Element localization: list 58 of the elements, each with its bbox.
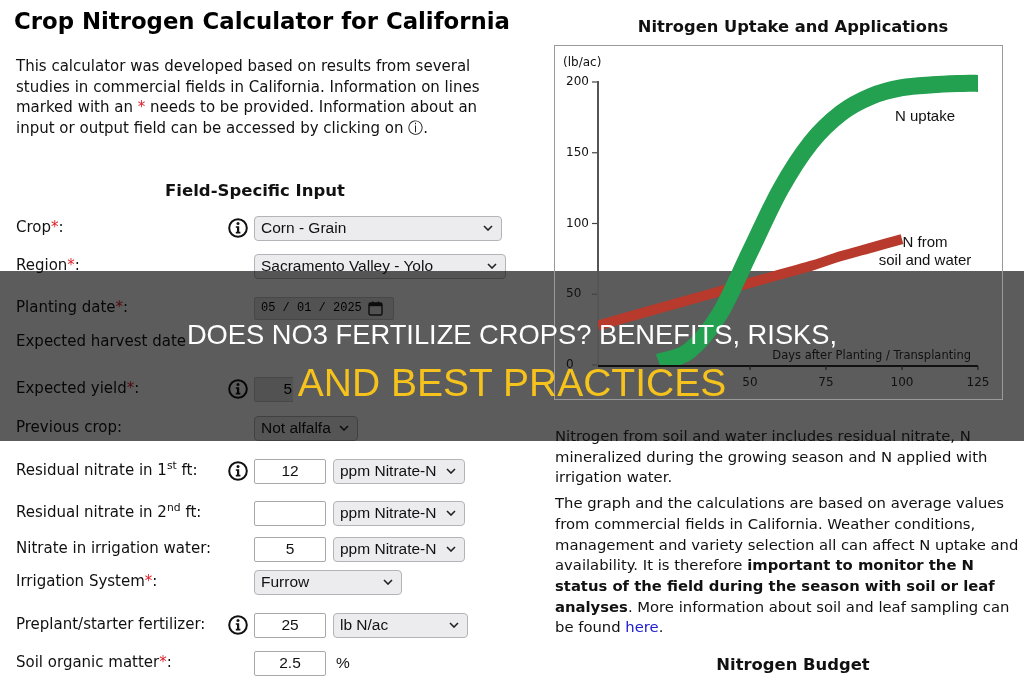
chevron-icon — [339, 425, 349, 432]
dropdown[interactable]: Furrow — [254, 569, 402, 595]
note-paragraph: The graph and the calculations are based on average values from commercial fields in California. Weather conditions, management and variety selection all can affect N uptake and availability. It is therefore important to monitor the N status of the field during the season with soil or leaf analyses. More information about soil and leaf sampling can be found here. — [555, 493, 1020, 638]
field-label: Irrigation System*: — [16, 572, 158, 591]
unit-dropdown[interactable]: ppm Nitrate-N — [333, 458, 465, 484]
chevron-icon — [383, 579, 393, 586]
chart-title: Nitrogen Uptake and Applications — [636, 17, 950, 37]
field-label: Planting date*: — [16, 298, 129, 317]
y-axis-label: (lb/ac) — [563, 55, 602, 69]
chevron-icon — [446, 546, 456, 553]
section-heading: Nitrogen Budget — [715, 655, 871, 676]
x-axis-label: Days after Planting / Transplanting — [772, 348, 971, 362]
dropdown[interactable]: Sacramento Valley - Yolo — [254, 253, 506, 279]
field-label: Soil organic matter*: — [16, 653, 172, 672]
intro-paragraph: This calculator was developed based on results from several studies in commercial fields in California. Information on lines marked with an * needs to be provided. Information about an input or output field can be accessed by clicking on ⓘ. — [16, 56, 481, 139]
unit-dropdown[interactable]: lb N/ac — [333, 612, 468, 638]
series-label: N from soil and water — [878, 233, 972, 270]
chevron-icon — [483, 225, 493, 232]
x-tick-label: 75 — [818, 375, 834, 389]
dropdown[interactable]: Corn - Grain — [254, 215, 502, 241]
section-heading: Field-Specific Input — [164, 180, 346, 201]
y-tick-label: 100 — [566, 215, 589, 230]
number-field[interactable]: 5 — [254, 536, 326, 562]
text-link[interactable]: here — [625, 618, 659, 636]
field-label: Residual nitrate in 1$^{st}$ ft: — [16, 461, 198, 480]
number-field[interactable]: 2.5 — [254, 650, 326, 676]
y-tick-label: 50 — [566, 286, 582, 301]
x-tick-label: 50 — [742, 375, 758, 389]
note-paragraph: Nitrogen from soil and water includes residual nitrate, N mineralized during the growing season and N applied with irrigation water. — [555, 426, 989, 488]
info-icon[interactable] — [228, 615, 248, 636]
x-tick-label: 125 — [966, 375, 990, 389]
number-field[interactable] — [254, 500, 326, 526]
field-label: Expected harvest date — [16, 332, 186, 351]
field-label: Nitrate in irrigation water: — [16, 539, 212, 558]
info-icon[interactable] — [228, 218, 248, 239]
chevron-icon — [449, 622, 459, 629]
x-tick-label: 100 — [890, 375, 914, 389]
field-label: Preplant/starter fertilizer: — [16, 615, 206, 634]
chevron-icon — [446, 468, 456, 475]
page-title: Crop Nitrogen Calculator for California — [14, 8, 511, 35]
chevron-icon — [446, 510, 456, 517]
series-label: N uptake — [895, 107, 955, 126]
y-tick-label: 150 — [566, 144, 589, 159]
calendar-icon[interactable] — [367, 300, 383, 316]
number-field[interactable]: 12 — [254, 458, 326, 484]
unit-label: % — [336, 654, 350, 673]
unit-dropdown[interactable]: ppm Nitrate-N — [333, 536, 465, 562]
y-tick-label: 200 — [566, 74, 589, 88]
field-label: Expected yield*: — [16, 379, 140, 398]
field-label: Residual nitrate in 2$^{nd}$ ft: — [16, 503, 202, 522]
field-label: Previous crop: — [16, 418, 122, 437]
field-label: Crop*: — [16, 218, 64, 237]
unit-dropdown[interactable]: ppm Nitrate-N — [333, 500, 465, 526]
chevron-icon — [487, 263, 497, 270]
info-icon[interactable] — [228, 461, 248, 482]
banner-highlight: AND BEST PRACTICES — [297, 368, 727, 398]
field-label: Region*: — [16, 256, 80, 275]
number-field[interactable]: 25 — [254, 612, 326, 638]
